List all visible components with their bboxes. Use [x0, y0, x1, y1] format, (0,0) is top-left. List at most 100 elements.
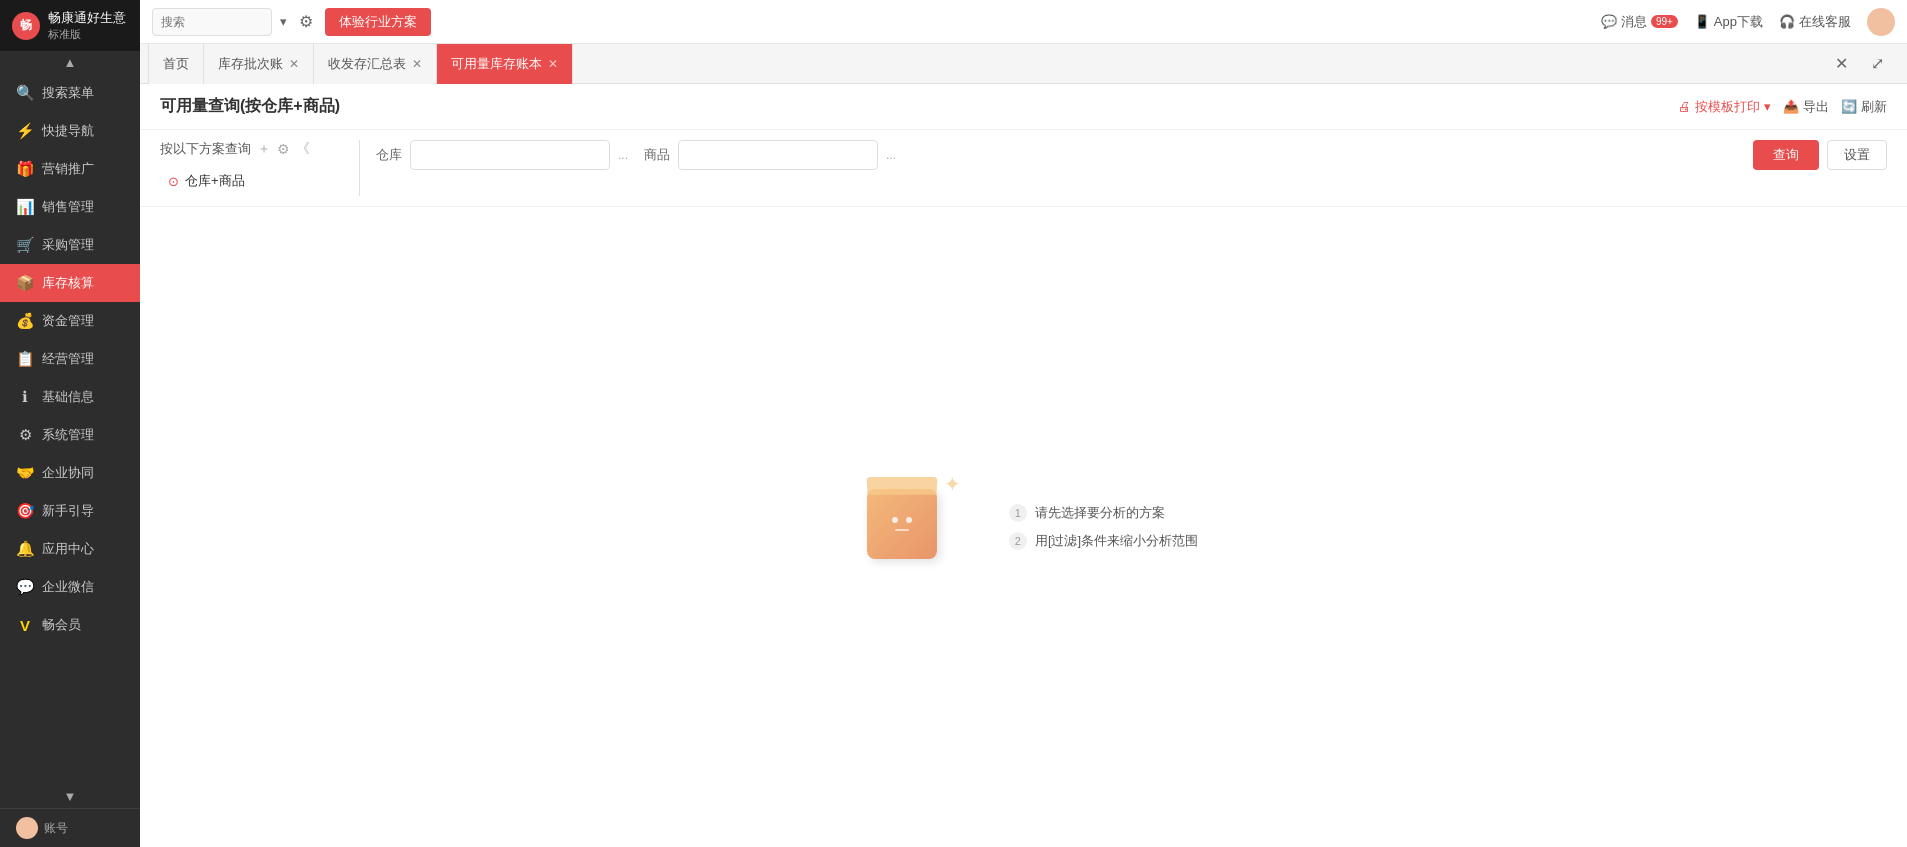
topbar-dropdown[interactable]: ▾ — [280, 14, 287, 29]
app-logo: 畅 — [12, 12, 40, 40]
sidebar-item-label: 应用中心 — [42, 540, 94, 558]
guide-icon: 🎯 — [16, 502, 34, 520]
online-service-label: 在线客服 — [1799, 13, 1851, 31]
wxwork-icon: 💬 — [16, 578, 34, 596]
online-service-icon: 🎧 — [1779, 14, 1795, 29]
sidebar-item-collab[interactable]: 🤝 企业协同 — [0, 454, 140, 492]
marketing-icon: 🎁 — [16, 160, 34, 178]
online-service-btn[interactable]: 🎧 在线客服 — [1779, 13, 1851, 31]
sidebar-header: 畅 畅康通好生意 标准版 — [0, 0, 140, 51]
sidebar-item-appcenter[interactable]: 🔔 应用中心 — [0, 530, 140, 568]
hint-item-1: 1 请先选择要分析的方案 — [1009, 504, 1198, 522]
sidebar-item-label: 新手引导 — [42, 502, 94, 520]
member-icon: V — [16, 617, 34, 634]
empty-illustration: ✦ — [849, 467, 969, 587]
management-icon: 📋 — [16, 350, 34, 368]
settings-btn[interactable]: 设置 — [1827, 140, 1887, 170]
topbar-gear-icon[interactable]: ⚙ — [295, 8, 317, 35]
filter-scheme-title: 按以下方案查询 — [160, 140, 251, 158]
inventory-icon: 📦 — [16, 274, 34, 292]
sidebar-item-label: 经营管理 — [42, 350, 94, 368]
hint-item-2: 2 用[过滤]条件来缩小分析范围 — [1009, 532, 1198, 550]
export-icon: 📤 — [1783, 99, 1799, 114]
quicknav-icon: ⚡ — [16, 122, 34, 140]
user-avatar[interactable] — [1867, 8, 1895, 36]
app-download-btn[interactable]: 📱 App下载 — [1694, 13, 1763, 31]
notification-btn[interactable]: 💬 消息 99+ — [1601, 13, 1678, 31]
add-scheme-icon[interactable]: ＋ — [257, 140, 271, 158]
filter-scheme-header: 按以下方案查询 ＋ ⚙ 《 — [160, 140, 343, 158]
filter-row-main: 仓库 ... 商品 ... 查询 设置 — [376, 140, 1887, 170]
sidebar-item-search[interactable]: 🔍 搜索菜单 — [0, 74, 140, 112]
sidebar-item-label: 库存核算 — [42, 274, 94, 292]
sidebar-item-wxwork[interactable]: 💬 企业微信 — [0, 568, 140, 606]
query-btn[interactable]: 查询 — [1753, 140, 1819, 170]
sidebar-item-label: 搜索菜单 — [42, 84, 94, 102]
industry-btn[interactable]: 体验行业方案 — [325, 8, 431, 36]
filter-inputs: 仓库 ... 商品 ... 查询 设置 — [376, 140, 1887, 170]
sidebar-item-management[interactable]: 📋 经营管理 — [0, 340, 140, 378]
sidebar: 畅 畅康通好生意 标准版 ▲ 🔍 搜索菜单 ⚡ 快捷导航 🎁 营销推广 📊 销售… — [0, 0, 140, 847]
collapse-scheme-icon[interactable]: 《 — [296, 140, 310, 158]
main-area: ▾ ⚙ 体验行业方案 💬 消息 99+ 📱 App下载 🎧 在线客服 首页 — [140, 0, 1907, 847]
sidebar-item-sales[interactable]: 📊 销售管理 — [0, 188, 140, 226]
sidebar-item-label: 系统管理 — [42, 426, 94, 444]
tab-available-qty-close[interactable]: ✕ — [548, 57, 558, 71]
hint-text-2: 用[过滤]条件来缩小分析范围 — [1035, 532, 1198, 550]
sidebar-item-inventory[interactable]: 📦 库存核算 — [0, 264, 140, 302]
warehouse-input[interactable] — [410, 140, 610, 170]
tab-home-label: 首页 — [163, 55, 189, 73]
filter-actions: 查询 设置 — [1753, 140, 1887, 170]
tab-available-qty[interactable]: 可用量库存账本 ✕ — [437, 44, 573, 84]
refresh-label: 刷新 — [1861, 98, 1887, 116]
edition-label: 标准版 — [48, 27, 126, 41]
warehouse-more-btn[interactable]: ... — [618, 148, 628, 162]
sidebar-item-guide[interactable]: 🎯 新手引导 — [0, 492, 140, 530]
sidebar-nav: 🔍 搜索菜单 ⚡ 快捷导航 🎁 营销推广 📊 销售管理 🛒 采购管理 📦 库存核… — [0, 74, 140, 785]
export-btn[interactable]: 📤 导出 — [1783, 98, 1829, 116]
tabs-bar: 首页 库存批次账 ✕ 收发存汇总表 ✕ 可用量库存账本 ✕ ✕ ⤢ — [140, 44, 1907, 84]
sidebar-item-quicknav[interactable]: ⚡ 快捷导航 — [0, 112, 140, 150]
product-more-btn[interactable]: ... — [886, 148, 896, 162]
sidebar-bottom[interactable]: 账号 — [0, 808, 140, 847]
expand-tab-btn[interactable]: ⤢ — [1863, 50, 1891, 78]
tab-summary-close[interactable]: ✕ — [412, 57, 422, 71]
box-top — [866, 477, 937, 495]
system-icon: ⚙ — [16, 426, 34, 444]
refresh-btn[interactable]: 🔄 刷新 — [1841, 98, 1887, 116]
sidebar-item-system[interactable]: ⚙ 系统管理 — [0, 416, 140, 454]
purchase-icon: 🛒 — [16, 236, 34, 254]
scroll-down-btn[interactable]: ▼ — [0, 785, 140, 808]
filter-group-warehouse: 仓库 ... — [376, 140, 628, 170]
tab-home[interactable]: 首页 — [148, 44, 204, 84]
sidebar-item-finance[interactable]: 💰 资金管理 — [0, 302, 140, 340]
tab-batch-account-label: 库存批次账 — [218, 55, 283, 73]
sidebar-item-basicinfo[interactable]: ℹ 基础信息 — [0, 378, 140, 416]
hint-num-1: 1 — [1009, 504, 1027, 522]
hint-text-1: 请先选择要分析的方案 — [1035, 504, 1165, 522]
tab-batch-account-close[interactable]: ✕ — [289, 57, 299, 71]
sidebar-item-label: 采购管理 — [42, 236, 94, 254]
sales-icon: 📊 — [16, 198, 34, 216]
page-content: 可用量查询(按仓库+商品) 🖨 按模板打印 ▾ 📤 导出 🔄 刷新 — [140, 84, 1907, 847]
filter-area: 按以下方案查询 ＋ ⚙ 《 ⊙ 仓库+商品 仓库 ... — [140, 130, 1907, 207]
app-info: 畅康通好生意 标准版 — [48, 10, 126, 41]
close-tab-btn[interactable]: ✕ — [1827, 50, 1855, 78]
tab-batch-account[interactable]: 库存批次账 ✕ — [204, 44, 314, 84]
scheme-item-warehouse-product[interactable]: ⊙ 仓库+商品 — [160, 166, 343, 196]
product-input[interactable] — [678, 140, 878, 170]
scroll-up-btn[interactable]: ▲ — [0, 51, 140, 74]
page-title: 可用量查询(按仓库+商品) — [160, 96, 340, 117]
tab-summary[interactable]: 收发存汇总表 ✕ — [314, 44, 437, 84]
settings-scheme-icon[interactable]: ⚙ — [277, 141, 290, 157]
sidebar-item-purchase[interactable]: 🛒 采购管理 — [0, 226, 140, 264]
finance-icon: 💰 — [16, 312, 34, 330]
refresh-icon: 🔄 — [1841, 99, 1857, 114]
topbar-search-input[interactable] — [152, 8, 272, 36]
sidebar-item-member[interactable]: V 畅会员 — [0, 606, 140, 644]
sidebar-item-marketing[interactable]: 🎁 营销推广 — [0, 150, 140, 188]
sidebar-item-label: 畅会员 — [42, 616, 81, 634]
user-name: 账号 — [44, 820, 68, 837]
notification-label: 消息 — [1621, 13, 1647, 31]
print-btn[interactable]: 🖨 按模板打印 ▾ — [1678, 98, 1771, 116]
